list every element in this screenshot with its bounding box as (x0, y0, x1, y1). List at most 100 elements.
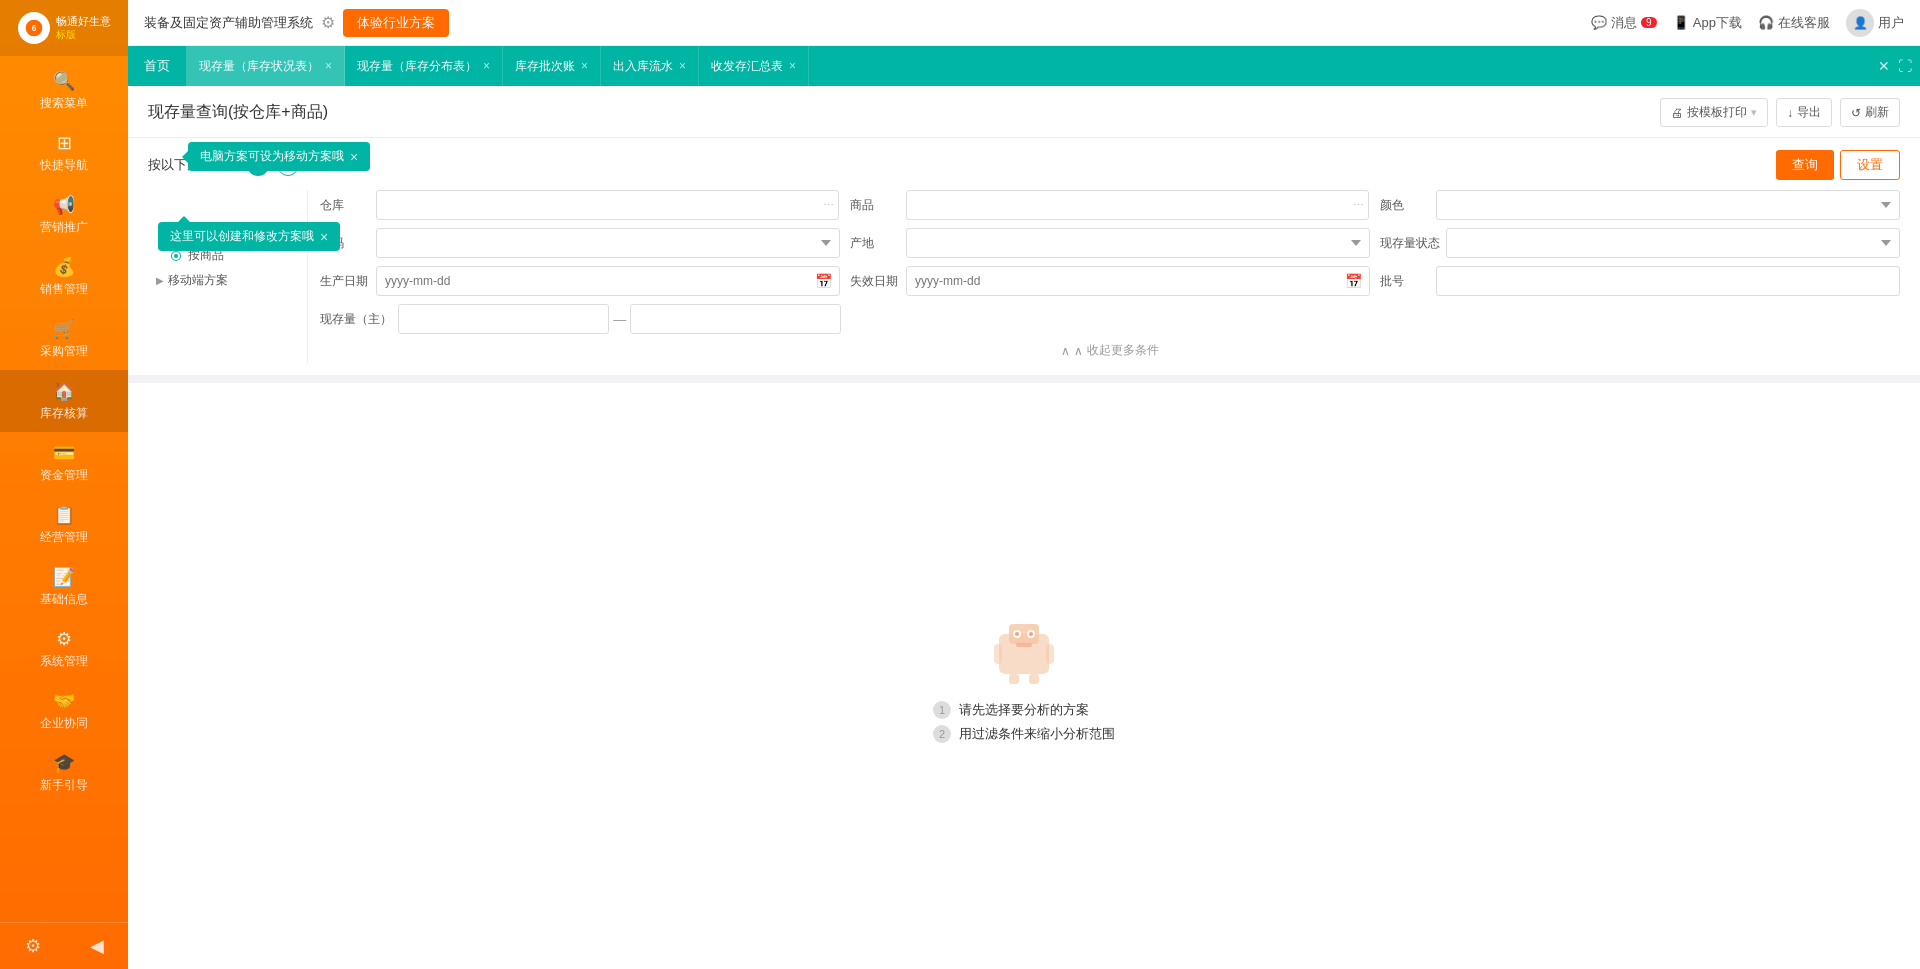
sidebar-item-purchase[interactable]: 🛒 采购管理 (0, 308, 128, 370)
sidebar-item-inventory[interactable]: 🏠 库存核算 (0, 370, 128, 432)
refresh-button[interactable]: ↺ 刷新 (1840, 98, 1900, 127)
sales-icon: 💰 (53, 256, 75, 278)
refresh-label: 刷新 (1865, 104, 1889, 121)
svg-point-6 (1015, 632, 1019, 636)
search-button[interactable]: 查询 (1776, 150, 1834, 180)
scheme-mobile-arrow: ▶ (156, 275, 164, 286)
scheme-dot (172, 252, 180, 260)
print-button[interactable]: 🖨 按模板打印 ▾ (1660, 98, 1768, 127)
export-button[interactable]: ↓ 导出 (1776, 98, 1832, 127)
sidebar-item-finance[interactable]: 💳 资金管理 (0, 432, 128, 494)
quicknav-icon: ⊞ (57, 132, 72, 154)
logo-area: 6 畅通好生意 标版 (0, 0, 128, 56)
filter-batch-input[interactable] (1436, 266, 1900, 296)
svg-point-7 (1029, 632, 1033, 636)
settings-bottom-icon[interactable]: ⚙ (25, 935, 41, 957)
sidebar-item-guide[interactable]: 🎓 新手引导 (0, 742, 128, 804)
tooltip-scheme-close[interactable]: × (320, 229, 328, 245)
system-icon: ⚙ (56, 628, 72, 650)
tab-maximize-icon[interactable]: ⛶ (1898, 58, 1912, 74)
scheme-mobile[interactable]: ▶ 移动端方案 (148, 268, 295, 293)
filter-prod-date-label: 生产日期 (320, 273, 370, 290)
tab-inout[interactable]: 出入库流水 × (601, 46, 699, 86)
filter-expiry-date-input[interactable] (906, 266, 1370, 296)
sidebar-item-sales[interactable]: 💰 销售管理 (0, 246, 128, 308)
filter-batch-label: 批号 (1380, 273, 1430, 290)
svg-text:6: 6 (31, 23, 36, 33)
tab-close-all-icon[interactable]: ✕ (1878, 58, 1890, 74)
filter-header: 按以下方案查询 + ↺ « 电脑方案可设为移动方案哦 × 查询 设置 (148, 150, 1900, 180)
reset-button[interactable]: 设置 (1840, 150, 1900, 180)
filter-size: 尺码 (320, 228, 840, 258)
tab-inventory-status-label: 现存量（库存状况表） (199, 58, 319, 75)
tab-summary[interactable]: 收发存汇总表 × (699, 46, 809, 86)
sidebar-item-basic-label: 基础信息 (40, 591, 88, 608)
filter-stock-main-label: 现存量（主） (320, 311, 392, 328)
tooltip-pc: 电脑方案可设为移动方案哦 × (188, 142, 370, 171)
empty-steps: 1 请先选择要分析的方案 2 用过滤条件来缩小分析范围 (933, 701, 1115, 743)
sidebar-item-enterprise-label: 企业协同 (40, 715, 88, 732)
filter-size-select[interactable] (376, 228, 840, 258)
online-support-item[interactable]: 🎧 在线客服 (1758, 14, 1830, 32)
tab-inventory-dist-label: 现存量（库存分布表） (357, 58, 477, 75)
search-icon: 🔍 (53, 70, 75, 92)
page-title: 现存量查询(按仓库+商品) (148, 102, 328, 123)
sidebar-item-marketing[interactable]: 📢 营销推广 (0, 184, 128, 246)
filter-warehouse-input[interactable] (376, 190, 839, 220)
sidebar-item-search[interactable]: 🔍 搜索菜单 (0, 60, 128, 122)
tab-inout-label: 出入库流水 (613, 58, 673, 75)
header-left: 装备及固定资产辅助管理系统 ⚙ 体验行业方案 (144, 9, 449, 37)
sidebar-item-operations[interactable]: 📋 经营管理 (0, 494, 128, 556)
tab-close-inout[interactable]: × (679, 59, 686, 73)
sidebar-item-purchase-label: 采购管理 (40, 343, 88, 360)
filter-prod-date-input[interactable] (376, 266, 840, 296)
tab-bar: 首页 现存量（库存状况表） × 现存量（库存分布表） × 库存批次账 × 出入库… (128, 46, 1920, 86)
tab-close-inventory-status[interactable]: × (325, 59, 332, 73)
tab-batch[interactable]: 库存批次账 × (503, 46, 601, 86)
tab-home[interactable]: 首页 (128, 46, 187, 86)
message-item[interactable]: 💬 消息 9 (1591, 14, 1657, 32)
sidebar-item-finance-label: 资金管理 (40, 467, 88, 484)
page-area: 现存量查询(按仓库+商品) 🖨 按模板打印 ▾ ↓ 导出 ↺ 刷新 (128, 86, 1920, 969)
sidebar-item-enterprise[interactable]: 🤝 企业协同 (0, 680, 128, 742)
logo-title: 畅通好生意 (56, 14, 111, 28)
finance-icon: 💳 (53, 442, 75, 464)
filter-stock-status-select[interactable] (1446, 228, 1900, 258)
tooltip-scheme: 这里可以创建和修改方案哦 × (158, 222, 340, 251)
app-download-item[interactable]: 📱 App下载 (1673, 14, 1742, 32)
tooltip-pc-close[interactable]: × (350, 149, 358, 165)
mobile-icon: 📱 (1673, 15, 1689, 30)
tab-inventory-dist[interactable]: 现存量（库存分布表） × (345, 46, 503, 86)
filter-row-3: 生产日期 📅 失效日期 📅 (320, 266, 1900, 296)
sidebar-item-system[interactable]: ⚙ 系统管理 (0, 618, 128, 680)
trial-button[interactable]: 体验行业方案 (343, 9, 449, 37)
headset-icon: 🎧 (1758, 15, 1774, 30)
sidebar-item-quicknav[interactable]: ⊞ 快捷导航 (0, 122, 128, 184)
chevron-up-icon: ∧ ∧ (1061, 344, 1082, 358)
scheme-mobile-label: 移动端方案 (168, 272, 228, 289)
filter-stock-main-to[interactable] (630, 304, 841, 334)
scheme-tree: 这里可以创建和修改方案哦 × ▼ 电脑端方案 按商品 ▶ 移动端方 (148, 190, 308, 363)
svg-rect-10 (1046, 644, 1054, 664)
tab-close-batch[interactable]: × (581, 59, 588, 73)
filter-color-select[interactable] (1436, 190, 1900, 220)
sidebar-item-basic[interactable]: 📝 基础信息 (0, 556, 128, 618)
tab-close-summary[interactable]: × (789, 59, 796, 73)
filter-stock-main-from[interactable] (398, 304, 609, 334)
sidebar-item-system-label: 系统管理 (40, 653, 88, 670)
tab-inventory-status[interactable]: 现存量（库存状况表） × (187, 46, 345, 86)
avatar: 👤 (1846, 9, 1874, 37)
filter-origin: 产地 (850, 228, 1370, 258)
filter-origin-select[interactable] (906, 228, 1370, 258)
settings-icon[interactable]: ⚙ (321, 13, 335, 32)
collapse-sidebar-icon[interactable]: ◀ (90, 935, 104, 957)
filter-row-1: 仓库 ⋯ 商品 ⋯ 颜色 (320, 190, 1900, 220)
logo-badge: 标版 (56, 28, 111, 42)
filter-stock-main: 现存量（主） — (320, 304, 841, 334)
user-item[interactable]: 👤 用户 (1846, 9, 1904, 37)
more-conditions[interactable]: ∧ ∧ 收起更多条件 (320, 334, 1900, 363)
tab-close-inventory-dist[interactable]: × (483, 59, 490, 73)
filter-warehouse: 仓库 ⋯ (320, 190, 840, 220)
filter-goods-input[interactable] (906, 190, 1369, 220)
sidebar-item-guide-label: 新手引导 (40, 777, 88, 794)
